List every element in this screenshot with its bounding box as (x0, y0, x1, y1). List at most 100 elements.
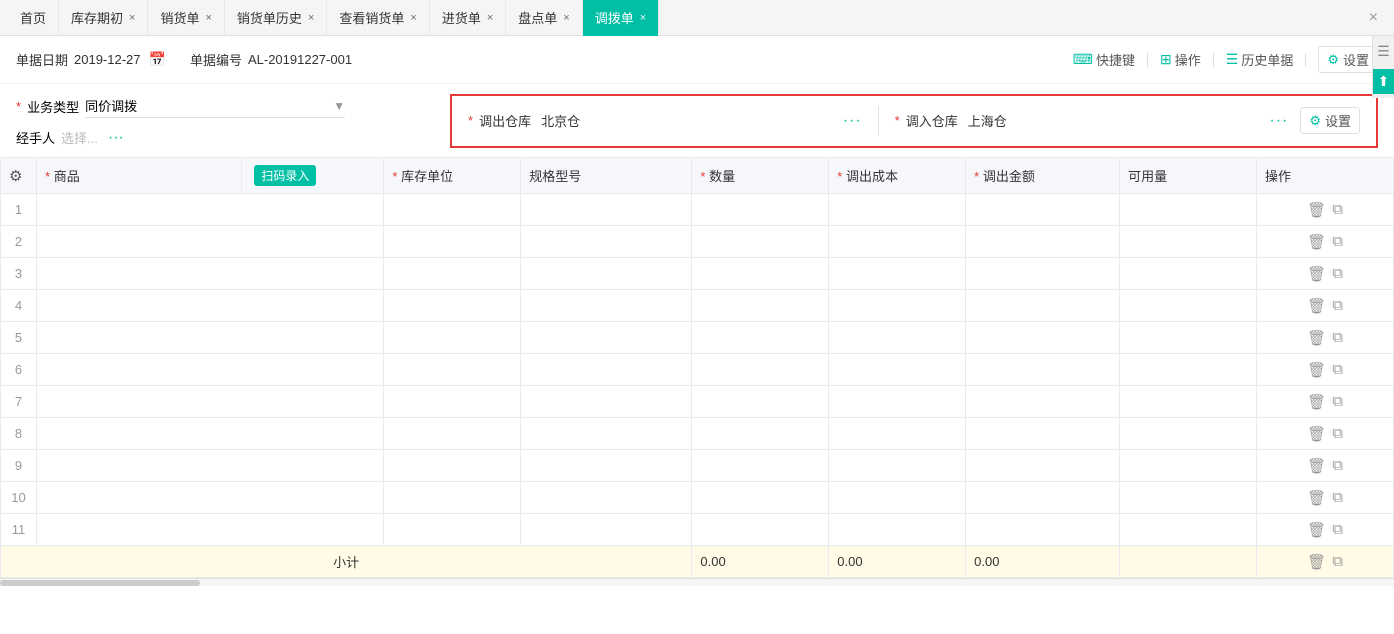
out-wh-dots-icon[interactable]: ··· (843, 112, 862, 130)
copy-icon[interactable]: ⧉ (1332, 297, 1343, 314)
th-amount: * 调出金额 (966, 158, 1120, 194)
table-row: 4 🗑 ⧉ (1, 290, 1394, 322)
tab-sales-history[interactable]: 销货单历史 × (225, 0, 327, 36)
history-btn[interactable]: ☰ 历史单据 (1226, 50, 1294, 69)
copy-icon[interactable]: ⧉ (1332, 265, 1343, 282)
delete-icon[interactable]: 🗑 (1307, 329, 1326, 347)
row-unit (384, 514, 521, 546)
tab-stocktake-close[interactable]: × (563, 12, 569, 24)
copy-icon[interactable]: ⧉ (1332, 393, 1343, 410)
th-gear: ⚙ (1, 158, 37, 194)
row-product[interactable] (37, 290, 384, 322)
sidebar-export-icon[interactable]: ⬆ (1373, 69, 1394, 94)
th-product-label: 商品 (54, 169, 80, 184)
row-unit (384, 258, 521, 290)
toolbar-divider-1 (1147, 53, 1148, 67)
copy-icon[interactable]: ⧉ (1332, 521, 1343, 538)
row-product[interactable] (37, 226, 384, 258)
calendar-icon[interactable]: 📅 (149, 51, 166, 68)
subtotal-delete-icon[interactable]: 🗑 (1307, 553, 1326, 571)
delete-icon[interactable]: 🗑 (1307, 233, 1326, 251)
biz-type-wrapper: 同价调拨 ▼ (85, 94, 345, 118)
tab-stocktake[interactable]: 盘点单 × (506, 0, 582, 36)
row-product[interactable] (37, 194, 384, 226)
row-operations: 🗑 ⧉ (1257, 450, 1394, 482)
delete-icon[interactable]: 🗑 (1307, 265, 1326, 283)
table-gear-icon[interactable]: ⚙ (9, 168, 22, 185)
row-product[interactable] (37, 450, 384, 482)
row-product[interactable] (37, 482, 384, 514)
operation-btn[interactable]: ⊞ 操作 (1160, 50, 1201, 69)
copy-icon[interactable]: ⧉ (1332, 233, 1343, 250)
date-field: 单据日期 2019-12-27 📅 (16, 50, 166, 69)
out-wh-value[interactable]: 北京仓 (541, 111, 580, 130)
tab-sales-order[interactable]: 销货单 × (148, 0, 224, 36)
biz-type-value[interactable]: 同价调拨 (85, 96, 333, 115)
tab-transfer[interactable]: 调拨单 × (583, 0, 659, 36)
row-cost (829, 514, 966, 546)
delete-icon[interactable]: 🗑 (1307, 457, 1326, 475)
copy-icon[interactable]: ⧉ (1332, 457, 1343, 474)
date-label: 单据日期 (16, 50, 68, 69)
tab-transfer-close[interactable]: × (640, 12, 646, 24)
th-product-star: * (45, 169, 50, 184)
row-operations: 🗑 ⧉ (1257, 354, 1394, 386)
delete-icon[interactable]: 🗑 (1307, 201, 1326, 219)
doc-value: AL-20191227-001 (248, 52, 352, 67)
tab-home[interactable]: 首页 (8, 0, 59, 36)
th-unit-label: 库存单位 (401, 169, 453, 184)
tab-purchase[interactable]: 进货单 × (430, 0, 506, 36)
row-product[interactable] (37, 322, 384, 354)
delete-icon[interactable]: 🗑 (1307, 361, 1326, 379)
scan-button[interactable]: 扫码录入 (254, 165, 316, 186)
person-more-icon[interactable]: ··· (108, 129, 124, 147)
delete-icon[interactable]: 🗑 (1307, 297, 1326, 315)
delete-icon[interactable]: 🗑 (1307, 425, 1326, 443)
sidebar-list-icon[interactable]: ☰ (1374, 40, 1393, 63)
subtotal-copy-icon[interactable]: ⧉ (1332, 553, 1343, 570)
person-value[interactable]: 选择... (61, 128, 98, 147)
copy-icon[interactable]: ⧉ (1332, 489, 1343, 506)
row-product[interactable] (37, 386, 384, 418)
scrollbar-area[interactable] (0, 578, 1394, 586)
row-cost (829, 386, 966, 418)
section-settings-button[interactable]: ⚙ 设置 (1300, 107, 1360, 134)
row-operations: 🗑 ⧉ (1257, 482, 1394, 514)
delete-icon[interactable]: 🗑 (1307, 393, 1326, 411)
table-row: 8 🗑 ⧉ (1, 418, 1394, 450)
tab-inventory-init-close[interactable]: × (129, 12, 135, 24)
biz-type-label: 业务类型 (27, 97, 79, 116)
settings-icon: ⚙ (1327, 52, 1339, 68)
th-spec: 规格型号 (521, 158, 692, 194)
row-amount (966, 226, 1120, 258)
shortcut-btn[interactable]: ⌨ 快捷键 (1073, 50, 1135, 69)
in-wh-dots-icon[interactable]: ··· (1269, 112, 1288, 130)
tab-view-sales[interactable]: 查看销货单 × (327, 0, 429, 36)
delete-icon[interactable]: 🗑 (1307, 521, 1326, 539)
settings-button[interactable]: ⚙ 设置 (1318, 46, 1378, 73)
tab-bar-close-btn[interactable]: × (1361, 9, 1386, 27)
biz-dropdown-arrow-icon[interactable]: ▼ (333, 99, 345, 113)
copy-icon[interactable]: ⧉ (1332, 201, 1343, 218)
tab-sales-history-close[interactable]: × (308, 12, 314, 24)
copy-icon[interactable]: ⧉ (1332, 329, 1343, 346)
tab-purchase-close[interactable]: × (487, 12, 493, 24)
row-amount (966, 354, 1120, 386)
tab-view-sales-close[interactable]: × (410, 12, 416, 24)
scrollbar-thumb[interactable] (0, 580, 200, 586)
row-amount (966, 322, 1120, 354)
row-unit (384, 386, 521, 418)
copy-icon[interactable]: ⧉ (1332, 361, 1343, 378)
row-spec (521, 290, 692, 322)
tab-sales-order-close[interactable]: × (205, 12, 211, 24)
in-wh-value[interactable]: 上海仓 (968, 111, 1007, 130)
table-row: 10 🗑 ⧉ (1, 482, 1394, 514)
delete-icon[interactable]: 🗑 (1307, 489, 1326, 507)
row-product[interactable] (37, 514, 384, 546)
section-settings-icon: ⚙ (1309, 113, 1321, 129)
row-product[interactable] (37, 354, 384, 386)
row-product[interactable] (37, 258, 384, 290)
tab-inventory-init[interactable]: 库存期初 × (59, 0, 148, 36)
row-product[interactable] (37, 418, 384, 450)
copy-icon[interactable]: ⧉ (1332, 425, 1343, 442)
